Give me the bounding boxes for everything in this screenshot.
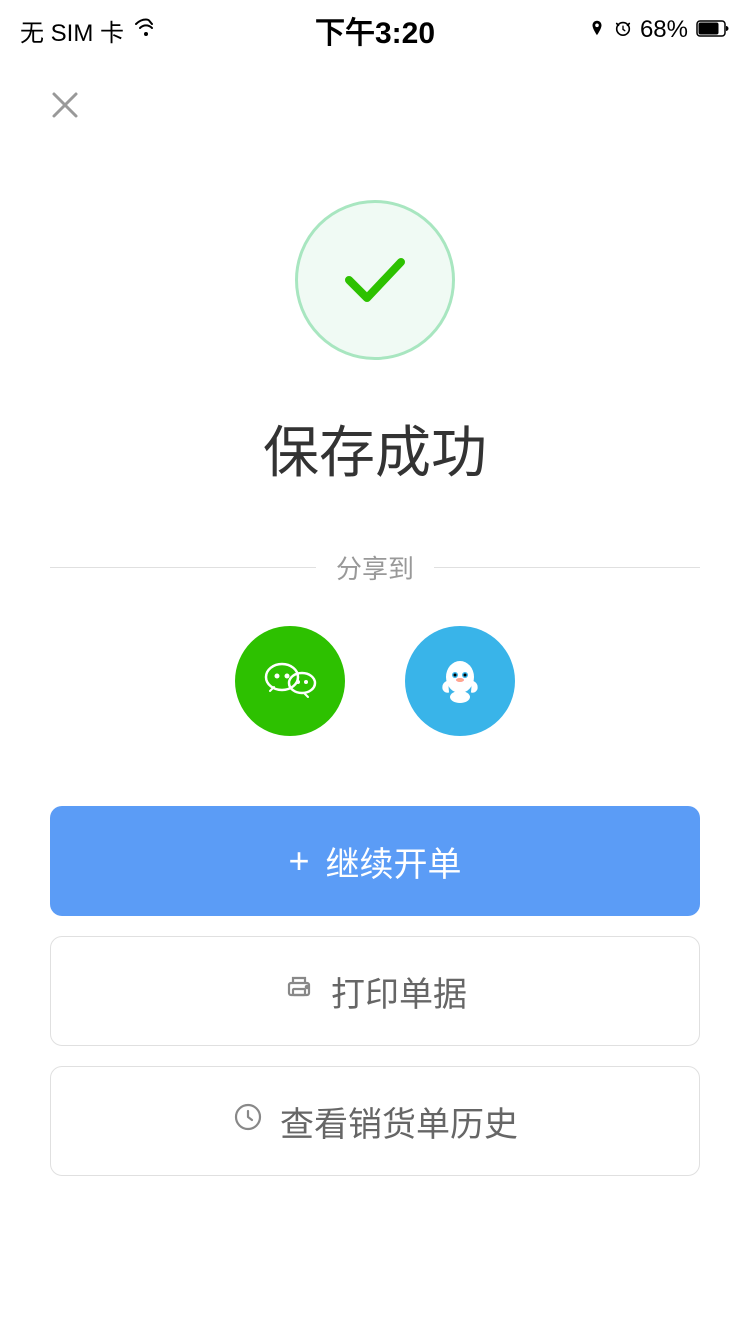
print-button[interactable]: 打印单据 bbox=[50, 936, 700, 1046]
share-divider: 分享到 bbox=[50, 549, 700, 586]
status-right: 68% bbox=[588, 16, 730, 44]
wifi-icon bbox=[132, 16, 160, 44]
continue-icon: + bbox=[288, 840, 309, 882]
action-buttons: + 继续开单 打印单据 查看销货单历史 bbox=[50, 806, 700, 1176]
share-label: 分享到 bbox=[336, 549, 414, 586]
history-button[interactable]: 查看销货单历史 bbox=[50, 1066, 700, 1176]
continue-label: 继续开单 bbox=[326, 837, 462, 886]
share-section: 分享到 bbox=[50, 549, 700, 736]
checkmark-icon bbox=[335, 238, 415, 323]
status-bar: 无 SIM 卡 下午3:20 68% bbox=[0, 0, 750, 60]
print-icon bbox=[283, 971, 315, 1012]
success-circle bbox=[295, 200, 455, 360]
battery-icon bbox=[696, 16, 730, 44]
share-icons bbox=[50, 626, 700, 736]
print-label: 打印单据 bbox=[331, 967, 467, 1016]
wechat-share-button[interactable] bbox=[235, 626, 345, 736]
carrier-label: 无 SIM 卡 bbox=[20, 13, 124, 48]
history-icon bbox=[232, 1101, 264, 1142]
qq-share-button[interactable] bbox=[405, 626, 515, 736]
history-label: 查看销货单历史 bbox=[280, 1097, 518, 1146]
status-time: 下午3:20 bbox=[315, 8, 435, 52]
success-title: 保存成功 bbox=[263, 408, 487, 489]
main-content: 保存成功 分享到 bbox=[0, 150, 750, 1334]
location-icon bbox=[588, 16, 606, 44]
close-button[interactable] bbox=[40, 80, 90, 130]
alarm-icon bbox=[614, 16, 632, 44]
status-left: 无 SIM 卡 bbox=[20, 13, 160, 48]
continue-button[interactable]: + 继续开单 bbox=[50, 806, 700, 916]
close-area bbox=[0, 60, 750, 150]
battery-percent: 68% bbox=[640, 16, 688, 44]
